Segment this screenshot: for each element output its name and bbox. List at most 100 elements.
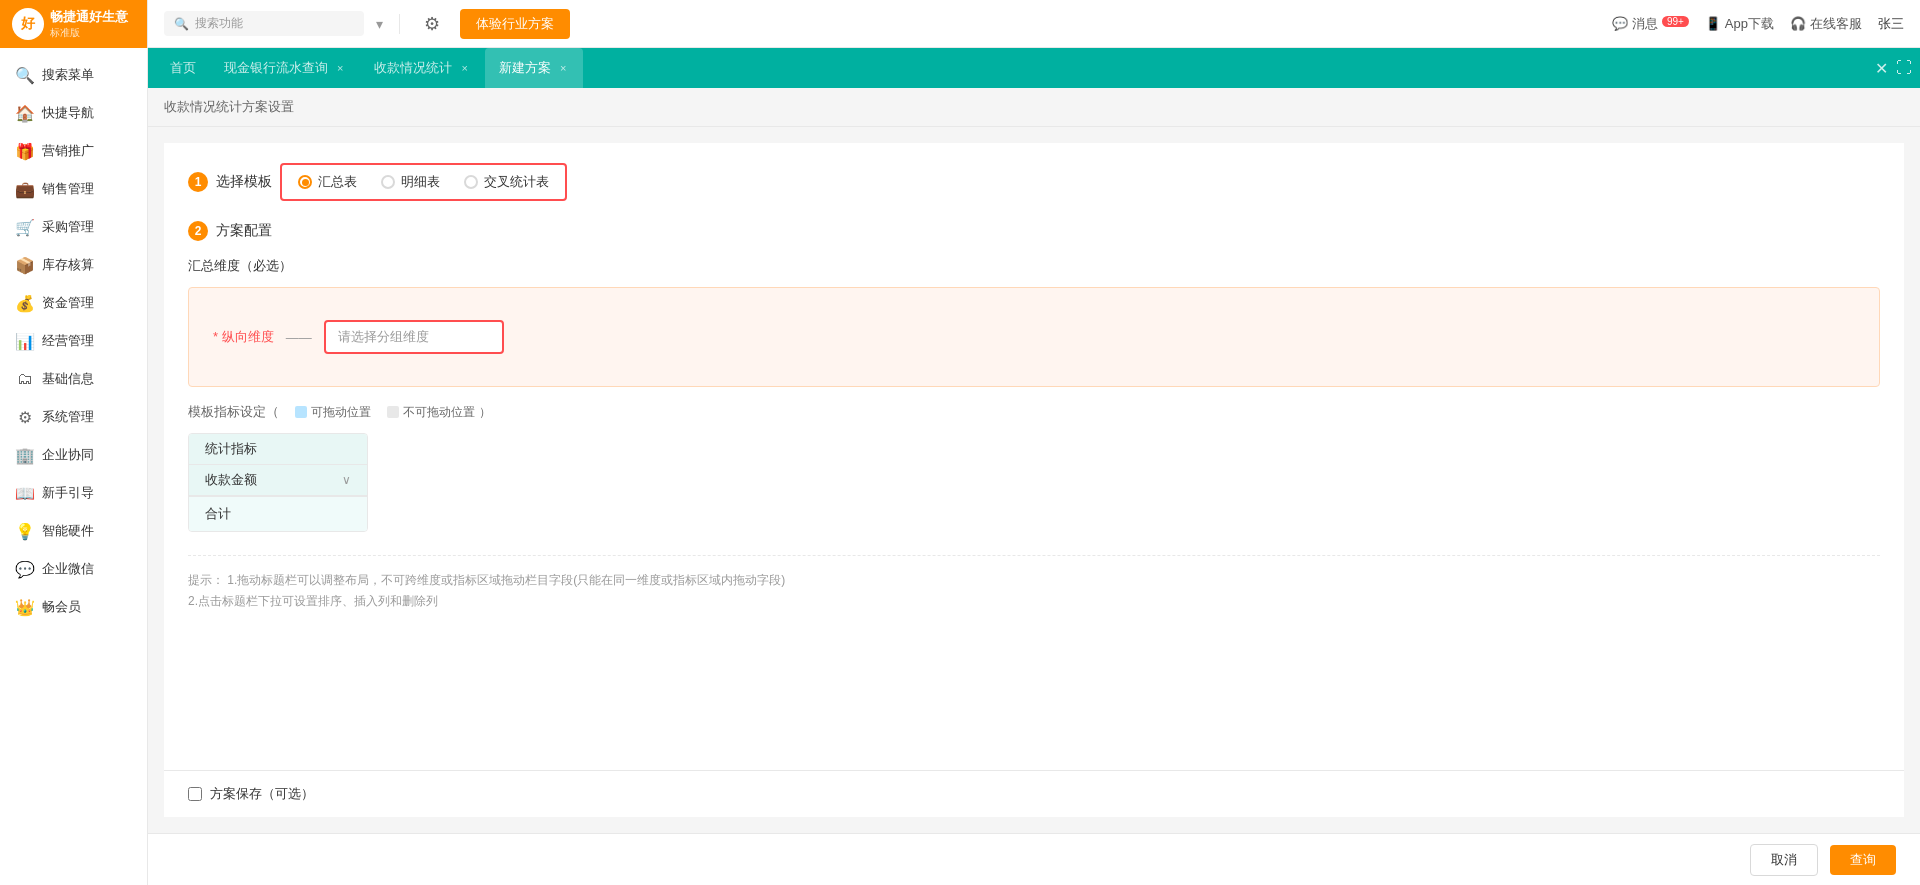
radio-detail[interactable]: 明细表 (381, 173, 440, 191)
section-config-title: 方案配置 (216, 222, 272, 240)
sidebar-item-basic-info[interactable]: 🗂 基础信息 (0, 360, 147, 398)
box-icon: 📦 (16, 256, 34, 274)
section-template-title: 选择模板 (216, 173, 272, 191)
query-button[interactable]: 查询 (1830, 845, 1896, 875)
non-draggable-badge: 不可拖动位置 ） (387, 404, 491, 421)
gift-icon: 🎁 (16, 142, 34, 160)
cancel-button[interactable]: 取消 (1750, 844, 1818, 876)
tab-home[interactable]: 首页 (156, 48, 210, 88)
sidebar-item-capital[interactable]: 💰 资金管理 (0, 284, 147, 322)
sidebar-item-guide-label: 新手引导 (42, 484, 94, 502)
sidebar-item-wechat-label: 企业微信 (42, 560, 94, 578)
indicator-settings-header: 模板指标设定（ 可拖动位置 不可拖动位置 ） (188, 403, 1880, 421)
notification-badge: 99+ (1662, 16, 1689, 27)
stats-total-row: 合计 (189, 497, 367, 531)
breadcrumb-text: 收款情况统计方案设置 (164, 99, 294, 114)
gear-icon: ⚙ (16, 408, 34, 426)
tab-cashflow[interactable]: 现金银行流水查询 × (210, 48, 360, 88)
sidebar-item-guide[interactable]: 📖 新手引导 (0, 474, 147, 512)
tab-cashflow-close[interactable]: × (334, 61, 346, 75)
sidebar-item-operation-label: 经营管理 (42, 332, 94, 350)
stats-col-label: 收款金额 (205, 471, 257, 489)
online-service-item[interactable]: 🎧 在线客服 (1790, 15, 1862, 33)
tab-home-label: 首页 (170, 59, 196, 77)
app-version: 标准版 (50, 26, 128, 40)
stats-col-header[interactable]: 收款金额 ∨ (189, 465, 367, 496)
vertical-dimension-label: * 纵向维度 (213, 328, 274, 346)
sidebar-item-operation[interactable]: 📊 经营管理 (0, 322, 147, 360)
settings-icon[interactable]: ⚙ (416, 8, 448, 40)
sidebar-item-member[interactable]: 👑 畅会员 (0, 588, 147, 626)
sidebar-item-smart-hw-label: 智能硬件 (42, 522, 94, 540)
sidebar-item-smart-hw[interactable]: 💡 智能硬件 (0, 512, 147, 550)
sidebar-item-marketing-label: 营销推广 (42, 142, 94, 160)
sidebar-item-wechat[interactable]: 💬 企业微信 (0, 550, 147, 588)
radio-summary[interactable]: 汇总表 (298, 173, 357, 191)
radio-cross[interactable]: 交叉统计表 (464, 173, 549, 191)
sidebar-item-capital-label: 资金管理 (42, 294, 94, 312)
topbar-divider (399, 14, 400, 34)
stats-col-chevron-icon: ∨ (342, 473, 351, 487)
tab-new-plan[interactable]: 新建方案 × (485, 48, 583, 88)
dimension-select[interactable]: 请选择分组维度 (324, 320, 504, 354)
indicator-title-text: 模板指标设定（ (188, 403, 279, 421)
dimension-select-placeholder: 请选择分组维度 (338, 329, 429, 344)
building-icon: 🏢 (16, 446, 34, 464)
topbar: 🔍 搜索功能 ▾ ⚙ 体验行业方案 💬 消息 99+ 📱 App下载 🎧 在线客… (148, 0, 1920, 48)
search-box[interactable]: 🔍 搜索功能 (164, 11, 364, 36)
sidebar-logo: 好 畅捷通好生意 标准版 (0, 0, 147, 48)
search-menu-icon: 🔍 (16, 66, 34, 84)
notification-icon: 💬 (1612, 16, 1628, 31)
window-close-icon[interactable]: ✕ (1875, 59, 1888, 78)
tab-new-plan-close[interactable]: × (557, 61, 569, 75)
main-area: 🔍 搜索功能 ▾ ⚙ 体验行业方案 💬 消息 99+ 📱 App下载 🎧 在线客… (148, 0, 1920, 885)
sidebar-item-basic-info-label: 基础信息 (42, 370, 94, 388)
tab-receivable[interactable]: 收款情况统计 × (360, 48, 484, 88)
template-radio-group: 汇总表 明细表 交叉统计表 (298, 173, 549, 191)
page-content: 1 选择模板 汇总表 明细表 (148, 127, 1920, 833)
dimension-row: * 纵向维度 —— 请选择分组维度 (213, 320, 504, 354)
sidebar: 好 畅捷通好生意 标准版 🔍 搜索菜单 🏠 快捷导航 🎁 营销推广 💼 销售管理… (0, 0, 148, 885)
tip-1: 提示： 1.拖动标题栏可以调整布局，不可跨维度或指标区域拖动栏目字段(只能在同一… (188, 572, 1880, 589)
topbar-right: 💬 消息 99+ 📱 App下载 🎧 在线客服 张三 (1612, 15, 1904, 33)
template-options-border: 汇总表 明细表 交叉统计表 (280, 163, 567, 201)
notification-item[interactable]: 💬 消息 99+ (1612, 15, 1689, 33)
topbar-dropdown-icon[interactable]: ▾ (376, 16, 383, 32)
section-template-header: 1 选择模板 汇总表 明细表 (188, 163, 1880, 201)
save-plan-checkbox[interactable] (188, 787, 202, 801)
user-info[interactable]: 张三 (1878, 15, 1904, 33)
tab-new-plan-label: 新建方案 (499, 59, 551, 77)
tab-receivable-close[interactable]: × (458, 61, 470, 75)
window-expand-icon[interactable]: ⛶ (1896, 59, 1912, 77)
sidebar-item-sales-label: 销售管理 (42, 180, 94, 198)
section-config-number: 2 (188, 221, 208, 241)
sidebar-item-quick-nav-label: 快捷导航 (42, 104, 94, 122)
download-icon: 📱 (1705, 16, 1721, 31)
money-icon: 💰 (16, 294, 34, 312)
dimension-arrow: —— (286, 330, 312, 345)
sidebar-item-inventory[interactable]: 📦 库存核算 (0, 246, 147, 284)
section-config: 2 方案配置 汇总维度（必选） * 纵向维度 —— 请选择分组维度 模板指标 (188, 221, 1880, 610)
tabbar: 首页 现金银行流水查询 × 收款情况统计 × 新建方案 × ✕ ⛶ (148, 48, 1920, 88)
main-card: 1 选择模板 汇总表 明细表 (164, 143, 1904, 770)
radio-cross-circle (464, 175, 478, 189)
app-download-item[interactable]: 📱 App下载 (1705, 15, 1774, 33)
sales-icon: 💼 (16, 180, 34, 198)
sidebar-item-system[interactable]: ⚙ 系统管理 (0, 398, 147, 436)
section-config-header: 2 方案配置 (188, 221, 1880, 241)
industry-solution-button[interactable]: 体验行业方案 (460, 9, 570, 39)
sidebar-item-purchase[interactable]: 🛒 采购管理 (0, 208, 147, 246)
radio-cross-label: 交叉统计表 (484, 173, 549, 191)
service-label: 在线客服 (1810, 15, 1862, 33)
stats-table: 统计指标 收款金额 ∨ 合计 (188, 433, 368, 532)
sidebar-menu: 🔍 搜索菜单 🏠 快捷导航 🎁 营销推广 💼 销售管理 🛒 采购管理 📦 库存核… (0, 48, 147, 885)
sidebar-logo-area: 畅捷通好生意 标准版 (50, 8, 128, 40)
sidebar-item-quick-nav[interactable]: 🏠 快捷导航 (0, 94, 147, 132)
save-plan-label: 方案保存（可选） (210, 785, 314, 803)
sidebar-item-inventory-label: 库存核算 (42, 256, 94, 274)
sidebar-item-enterprise[interactable]: 🏢 企业协同 (0, 436, 147, 474)
sidebar-item-marketing[interactable]: 🎁 营销推广 (0, 132, 147, 170)
search-placeholder-text: 搜索功能 (195, 15, 243, 32)
sidebar-item-sales[interactable]: 💼 销售管理 (0, 170, 147, 208)
sidebar-item-search[interactable]: 🔍 搜索菜单 (0, 56, 147, 94)
